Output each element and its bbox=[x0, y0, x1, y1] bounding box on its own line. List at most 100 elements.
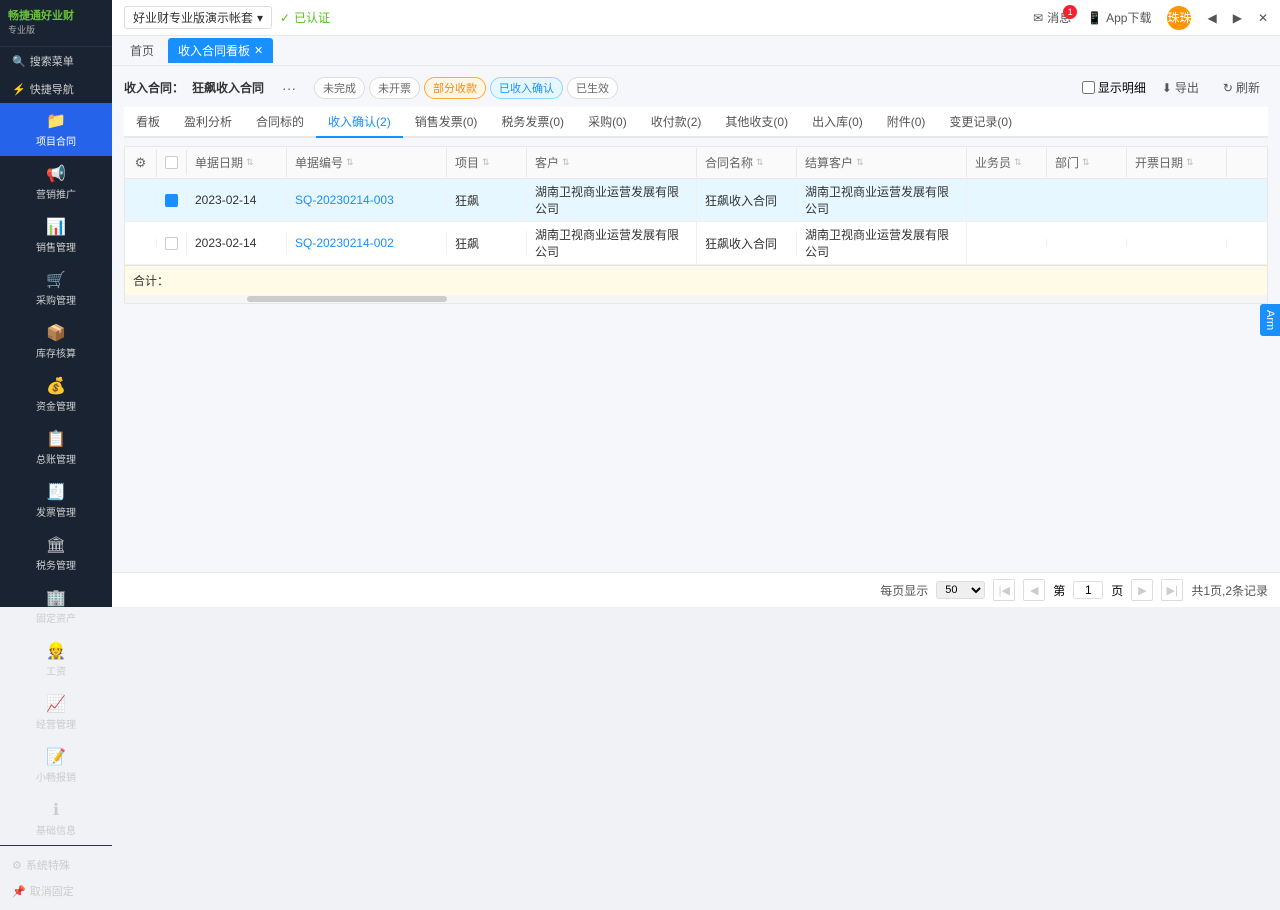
system-icon: ⚙ bbox=[12, 859, 22, 872]
row1-gear bbox=[125, 196, 157, 204]
sidebar-item-hr[interactable]: 👷 工资 bbox=[0, 633, 112, 686]
sidebar-item-purchase[interactable]: 🛒 采购管理 bbox=[0, 262, 112, 315]
tab-other-income[interactable]: 其他收支(0) bbox=[713, 107, 800, 138]
tab-tax-invoice[interactable]: 税务发票(0) bbox=[489, 107, 576, 138]
next-page-button[interactable]: ▶ bbox=[1131, 579, 1153, 601]
tab-revenue-confirm[interactable]: 收入确认(2) bbox=[316, 107, 403, 138]
float-arm-button[interactable]: Arm bbox=[1260, 304, 1280, 336]
row2-dept bbox=[1047, 239, 1127, 247]
sidebar-item-system[interactable]: ⚙ 系统特殊 bbox=[0, 852, 112, 878]
tab-home[interactable]: 首页 bbox=[120, 38, 164, 63]
tab-profit[interactable]: 盈利分析 bbox=[172, 107, 244, 138]
refresh-button[interactable]: ↻ 刷新 bbox=[1215, 76, 1268, 99]
row2-check[interactable] bbox=[157, 233, 187, 254]
tab-sales-invoice[interactable]: 销售发票(0) bbox=[403, 107, 490, 138]
sidebar-item-quicknav[interactable]: ⚡ 快捷导航 bbox=[0, 75, 112, 103]
sidebar-item-search[interactable]: 🔍 搜索菜单 bbox=[0, 47, 112, 75]
col-header-check[interactable] bbox=[157, 150, 187, 175]
sidebar-item-tax[interactable]: 🏛 税务管理 bbox=[0, 527, 112, 580]
status-effective[interactable]: 已生效 bbox=[567, 77, 618, 99]
sort-staff-icon[interactable]: ⇅ bbox=[1014, 157, 1022, 168]
show-detail-checkbox[interactable]: 显示明细 bbox=[1082, 79, 1146, 96]
table-row[interactable]: 2023-02-14 SQ-20230214-003 狂飙 湖南卫视商业运营发展… bbox=[125, 179, 1267, 222]
row2-checkbox[interactable] bbox=[165, 237, 178, 250]
app-download-button[interactable]: 📱 App下载 bbox=[1087, 9, 1151, 26]
table-row[interactable]: 2023-02-14 SQ-20230214-002 狂飙 湖南卫视商业运营发展… bbox=[125, 222, 1267, 265]
sidebar-item-management[interactable]: 📈 经营管理 bbox=[0, 686, 112, 739]
sort-project-icon[interactable]: ⇅ bbox=[482, 157, 490, 168]
company-selector[interactable]: 好业财专业版演示帐套 ▾ bbox=[124, 6, 272, 29]
header-bar: 好业财专业版演示帐套 ▾ ✓ 已认证 ✉ 消息 1 📱 App下载 珠珠 bbox=[112, 0, 1280, 36]
col-header-staff: 业务员 ⇅ bbox=[967, 148, 1047, 177]
sort-contract-icon[interactable]: ⇅ bbox=[756, 157, 764, 168]
page-input[interactable] bbox=[1073, 581, 1103, 599]
tax-icon: 🏛 bbox=[46, 535, 66, 555]
select-all-checkbox[interactable] bbox=[165, 156, 178, 169]
scrollbar-thumb[interactable] bbox=[247, 296, 447, 302]
col-header-project: 项目 ⇅ bbox=[447, 148, 527, 177]
gear-icon[interactable]: ⚙ bbox=[135, 155, 147, 171]
tab-warehouse[interactable]: 出入库(0) bbox=[800, 107, 875, 138]
sort-num-icon[interactable]: ⇅ bbox=[346, 157, 354, 168]
sidebar-item-project[interactable]: 📁 项目合同 bbox=[0, 103, 112, 156]
sidebar-invoice-label: 发票管理 bbox=[36, 504, 76, 519]
tab-kanban[interactable]: 看板 bbox=[124, 107, 172, 138]
row2-gear bbox=[125, 239, 157, 247]
chevron-down-icon: ▾ bbox=[257, 11, 263, 25]
status-confirmed[interactable]: 已收入确认 bbox=[490, 77, 563, 99]
purchase-icon: 🛒 bbox=[46, 270, 66, 290]
inventory-icon: 📦 bbox=[46, 323, 66, 343]
window-close-button[interactable]: ✕ bbox=[1258, 11, 1268, 25]
sidebar-item-finance[interactable]: 💰 资金管理 bbox=[0, 368, 112, 421]
window-prev-button[interactable]: ◀ bbox=[1207, 11, 1216, 25]
refresh-icon: ↻ bbox=[1223, 81, 1233, 95]
status-partial[interactable]: 部分收款 bbox=[424, 77, 486, 99]
col-dept-label: 部门 bbox=[1055, 154, 1079, 171]
export-label: 导出 bbox=[1175, 79, 1199, 96]
sort-dept-icon[interactable]: ⇅ bbox=[1082, 157, 1090, 168]
row1-num-link[interactable]: SQ-20230214-003 bbox=[295, 193, 394, 207]
sort-date-icon[interactable]: ⇅ bbox=[246, 157, 254, 168]
more-button[interactable]: ··· bbox=[276, 78, 302, 98]
window-next-button[interactable]: ▶ bbox=[1233, 11, 1242, 25]
sidebar-item-invoice[interactable]: 🧾 发票管理 bbox=[0, 474, 112, 527]
sidebar-item-marketing[interactable]: 📢 营销推广 bbox=[0, 156, 112, 209]
row1-checkbox[interactable] bbox=[165, 194, 178, 207]
tab-close-icon[interactable]: ✕ bbox=[254, 44, 263, 57]
app-version: 专业版 bbox=[8, 23, 74, 36]
user-avatar-button[interactable]: 珠珠 bbox=[1167, 6, 1191, 30]
sort-opendate-icon[interactable]: ⇅ bbox=[1186, 157, 1194, 168]
sidebar-hr-label: 工资 bbox=[46, 663, 66, 678]
sort-settle-icon[interactable]: ⇅ bbox=[856, 157, 864, 168]
message-button[interactable]: ✉ 消息 1 bbox=[1033, 9, 1071, 26]
basicinfo-icon: ℹ bbox=[53, 800, 59, 820]
tab-purchase[interactable]: 采购(0) bbox=[576, 107, 639, 138]
show-detail-input[interactable] bbox=[1082, 81, 1095, 94]
status-uninvoiced[interactable]: 未开票 bbox=[369, 77, 420, 99]
management-icon: 📈 bbox=[46, 694, 66, 714]
sidebar-item-expense[interactable]: 📝 小畅报销 bbox=[0, 739, 112, 792]
horizontal-scrollbar[interactable] bbox=[125, 295, 1267, 303]
row2-num-link[interactable]: SQ-20230214-002 bbox=[295, 236, 394, 250]
sidebar-item-ledger[interactable]: 📋 总账管理 bbox=[0, 421, 112, 474]
tab-payment[interactable]: 收付款(2) bbox=[639, 107, 714, 138]
tab-subject[interactable]: 合同标的 bbox=[244, 107, 316, 138]
prev-page-button[interactable]: ◀ bbox=[1023, 579, 1045, 601]
status-incomplete[interactable]: 未完成 bbox=[314, 77, 365, 99]
sidebar-item-unpin[interactable]: 📌 取消固定 bbox=[0, 878, 112, 904]
user-name: 珠珠 bbox=[1167, 9, 1191, 26]
export-button[interactable]: ⬇ 导出 bbox=[1154, 76, 1207, 99]
sidebar-item-basicinfo[interactable]: ℹ 基础信息 bbox=[0, 792, 112, 845]
sidebar-item-sales[interactable]: 📊 销售管理 bbox=[0, 209, 112, 262]
last-page-button[interactable]: ▶| bbox=[1161, 579, 1183, 601]
first-page-button[interactable]: |◀ bbox=[993, 579, 1015, 601]
per-page-select[interactable]: 50 20 100 bbox=[936, 581, 985, 599]
col-header-num: 单据编号 ⇅ bbox=[287, 148, 447, 177]
row1-check[interactable] bbox=[157, 190, 187, 211]
sidebar-item-inventory[interactable]: 📦 库存核算 bbox=[0, 315, 112, 368]
tab-change-log[interactable]: 变更记录(0) bbox=[937, 107, 1024, 138]
tab-contract-board[interactable]: 收入合同看板 ✕ bbox=[168, 38, 273, 63]
tab-attachments[interactable]: 附件(0) bbox=[875, 107, 938, 138]
sort-customer-icon[interactable]: ⇅ bbox=[562, 157, 570, 168]
tab-bar: 首页 收入合同看板 ✕ bbox=[112, 36, 1280, 66]
